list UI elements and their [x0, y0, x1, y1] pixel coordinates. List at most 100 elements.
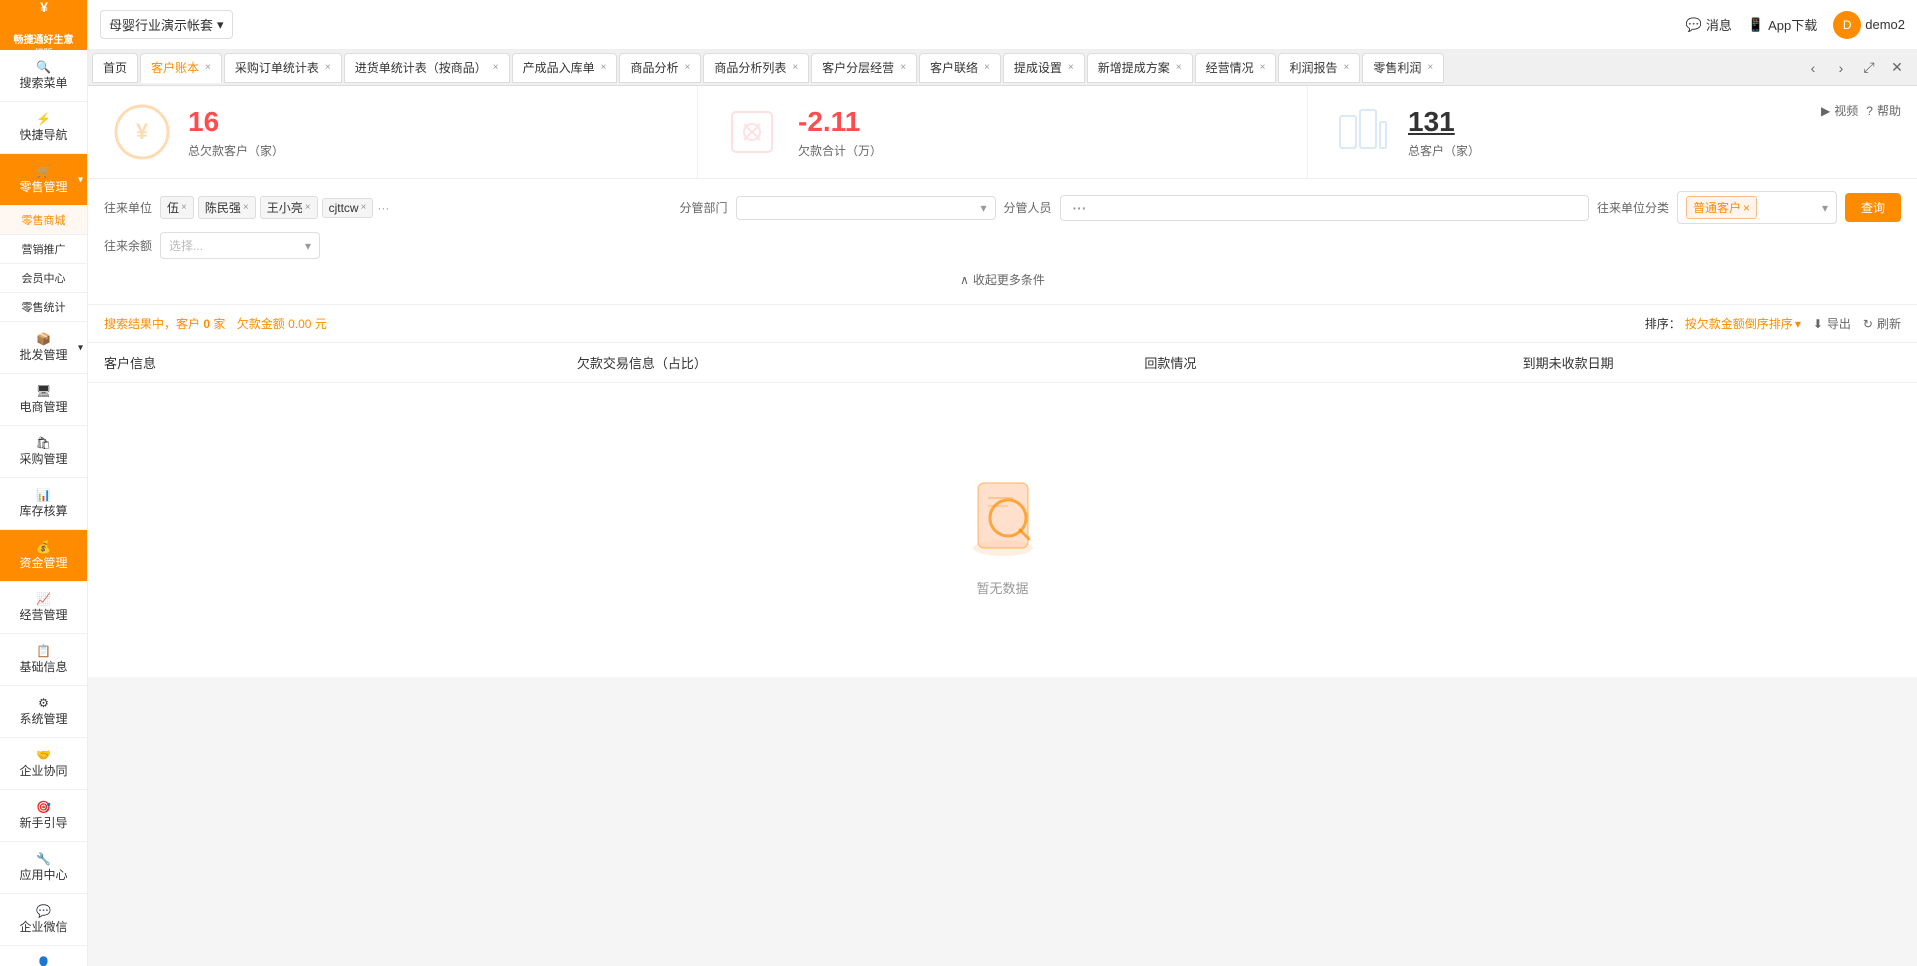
- person-input[interactable]: ···: [1060, 195, 1589, 221]
- collapse-filters-btn[interactable]: ∧ 收起更多条件: [952, 267, 1053, 292]
- tab-customer-contact-close[interactable]: ×: [984, 62, 990, 73]
- tab-controls: ‹ › ⤢ ✕: [1797, 56, 1913, 80]
- empty-text: 暂无数据: [976, 578, 1028, 597]
- tab-purchase-close[interactable]: ×: [325, 62, 331, 73]
- table-container: 客户信息 欠款交易信息（占比） 回款情况 到期未收款日期: [88, 343, 1917, 677]
- sidebar-item-retail-stat[interactable]: 零售统计: [0, 293, 87, 322]
- sidebar-item-enterprise[interactable]: 🤝 企业协同: [0, 738, 87, 790]
- sidebar-item-wholesale[interactable]: 📦 批发管理: [0, 322, 87, 374]
- remove-tag-wang[interactable]: ×: [305, 202, 311, 213]
- tab-scroll-right[interactable]: ›: [1829, 56, 1853, 80]
- stat3-info: 131 总客户（家）: [1408, 106, 1480, 159]
- tab-profit-report[interactable]: 利润报告 ×: [1278, 53, 1360, 83]
- tab-retail-profit-close[interactable]: ×: [1427, 62, 1433, 73]
- remove-tag-chen[interactable]: ×: [243, 202, 249, 213]
- tab-customer-ops-close[interactable]: ×: [900, 62, 906, 73]
- sidebar-item-retail[interactable]: 🛒 零售管理: [0, 154, 87, 206]
- sidebar-item-marketing[interactable]: 营销推广: [0, 235, 87, 264]
- sidebar-item-ecommerce[interactable]: 🖥 电商管理: [0, 374, 87, 426]
- sidebar-item-retail-mall[interactable]: 零售商城: [0, 206, 87, 235]
- message-btn[interactable]: 💬 消息: [1686, 15, 1732, 34]
- remove-tag-wu[interactable]: ×: [181, 202, 187, 213]
- tab-new-raise[interactable]: 新增提成方案 ×: [1087, 53, 1193, 83]
- sidebar-item-finance[interactable]: 💰 资金管理: [0, 530, 87, 582]
- filter-tags-more[interactable]: ···: [377, 201, 389, 215]
- tab-retail-profit-label: 零售利润: [1373, 59, 1421, 76]
- logo-icon: ¥: [28, 0, 60, 29]
- tab-maximize[interactable]: ⤢: [1857, 56, 1881, 80]
- tab-purchase-orders[interactable]: 采购订单统计表 ×: [224, 53, 342, 83]
- tab-customer-contact[interactable]: 客户联络 ×: [919, 53, 1001, 83]
- remove-tag-cjttcw[interactable]: ×: [361, 202, 367, 213]
- person-dots[interactable]: ···: [1073, 200, 1087, 216]
- sidebar-item-member[interactable]: 会员中心: [0, 264, 87, 293]
- stat1-icon: ¥: [112, 102, 172, 162]
- tab-ops-close[interactable]: ×: [1260, 62, 1266, 73]
- app-download-btn[interactable]: 📱 App下载: [1748, 15, 1817, 34]
- export-btn[interactable]: ⬇ 导出: [1813, 315, 1851, 332]
- selector-arrow-icon: ▾: [217, 17, 224, 33]
- sidebar-item-operations[interactable]: 📈 经营管理: [0, 582, 87, 634]
- sidebar-item-apps[interactable]: 🔧 应用中心: [0, 842, 87, 894]
- page-actions: ▶ 视频 ? 帮助: [1821, 102, 1901, 119]
- unit-type-select[interactable]: 普通客户 × ▾: [1677, 191, 1837, 224]
- person-filter-label: 分管人员: [1004, 199, 1052, 216]
- tab-raise-settings[interactable]: 提成设置 ×: [1003, 53, 1085, 83]
- system-icon: ⚙: [4, 696, 83, 710]
- tab-scroll-left[interactable]: ‹: [1801, 56, 1825, 80]
- tab-profit-close[interactable]: ×: [1343, 62, 1349, 73]
- dept-select[interactable]: ▾: [736, 196, 996, 220]
- sidebar-item-basic[interactable]: 📋 基础信息: [0, 634, 87, 686]
- remove-unit-type[interactable]: ×: [1743, 201, 1750, 215]
- search-info: 搜索结果中，客户 0 家 欠款金额 0.00 元: [104, 315, 327, 332]
- refresh-btn[interactable]: ↻ 刷新: [1863, 315, 1901, 332]
- sidebar-item-inventory[interactable]: 📊 库存核算: [0, 478, 87, 530]
- query-button[interactable]: 查询: [1845, 193, 1901, 222]
- video-btn[interactable]: ▶ 视频: [1821, 102, 1858, 119]
- tab-home[interactable]: 首页: [92, 53, 138, 83]
- tab-customers[interactable]: 客户账本 ×: [140, 53, 222, 83]
- avatar: D: [1833, 11, 1861, 39]
- col-customer-header: 客户信息: [104, 353, 577, 372]
- help-btn[interactable]: ? 帮助: [1866, 102, 1901, 119]
- table-header: 客户信息 欠款交易信息（占比） 回款情况 到期未收款日期: [88, 343, 1917, 383]
- tab-customer-ops[interactable]: 客户分层经营 ×: [811, 53, 917, 83]
- tab-raise-close[interactable]: ×: [1068, 62, 1074, 73]
- balance-select[interactable]: 选择... ▾: [160, 232, 320, 259]
- tab-ops-status[interactable]: 经营情况 ×: [1195, 53, 1277, 83]
- apps-icon: 🔧: [4, 852, 83, 866]
- search-icon: 🔍: [4, 60, 83, 74]
- account-selector[interactable]: 母婴行业演示帐套 ▾: [100, 10, 233, 39]
- sidebar-item-changhui[interactable]: 👤 畅会员: [0, 946, 87, 966]
- tab-goods-analysis[interactable]: 商品分析 ×: [619, 53, 701, 83]
- tab-customers-close[interactable]: ×: [205, 62, 211, 73]
- tab-close-all[interactable]: ✕: [1885, 56, 1909, 80]
- tab-new-raise-close[interactable]: ×: [1176, 62, 1182, 73]
- user-menu[interactable]: D demo2: [1833, 11, 1905, 39]
- unit-type-label: 往来单位分类: [1597, 199, 1669, 216]
- tab-goods-analysis-list[interactable]: 商品分析列表 ×: [703, 53, 809, 83]
- top-header: 母婴行业演示帐套 ▾ 💬 消息 📱 App下载 D demo2: [88, 0, 1917, 50]
- sidebar-item-purchase[interactable]: 🛍 采购管理: [0, 426, 87, 478]
- tab-retail-profit[interactable]: 零售利润 ×: [1362, 53, 1444, 83]
- wechat-icon: 💬: [4, 904, 83, 918]
- sidebar-item-system[interactable]: ⚙ 系统管理: [0, 686, 87, 738]
- sidebar-item-search[interactable]: 🔍 搜索菜单: [0, 50, 87, 102]
- tab-goods-list-close[interactable]: ×: [792, 62, 798, 73]
- filter-tags: 伍 × 陈民强 × 王小亮 × cjttcw × ···: [160, 196, 671, 219]
- sidebar-item-quick[interactable]: ⚡ 快捷导航: [0, 102, 87, 154]
- page-body: ¥ 16 总欠款客户（家） -2.11: [88, 86, 1917, 966]
- sidebar-item-newbie[interactable]: 🎯 新手引导: [0, 790, 87, 842]
- tab-inbound-close[interactable]: ×: [493, 62, 499, 73]
- stat-total-debt: -2.11 欠款合计（万）: [698, 86, 1308, 178]
- tab-goods-close[interactable]: ×: [684, 62, 690, 73]
- header-right: 💬 消息 📱 App下载 D demo2: [1686, 11, 1905, 39]
- svg-text:¥: ¥: [40, 0, 48, 15]
- tab-product-close[interactable]: ×: [601, 62, 607, 73]
- sort-select[interactable]: 按欠款金额倒序排序 ▾: [1685, 315, 1801, 332]
- tab-product-inbound[interactable]: 产成品入库单 ×: [512, 53, 618, 83]
- quick-icon: ⚡: [4, 112, 83, 126]
- sidebar-item-wechat[interactable]: 💬 企业微信: [0, 894, 87, 946]
- tab-inbound-stats[interactable]: 进货单统计表（按商品） ×: [344, 53, 510, 83]
- empty-state: 暂无数据: [88, 383, 1917, 677]
